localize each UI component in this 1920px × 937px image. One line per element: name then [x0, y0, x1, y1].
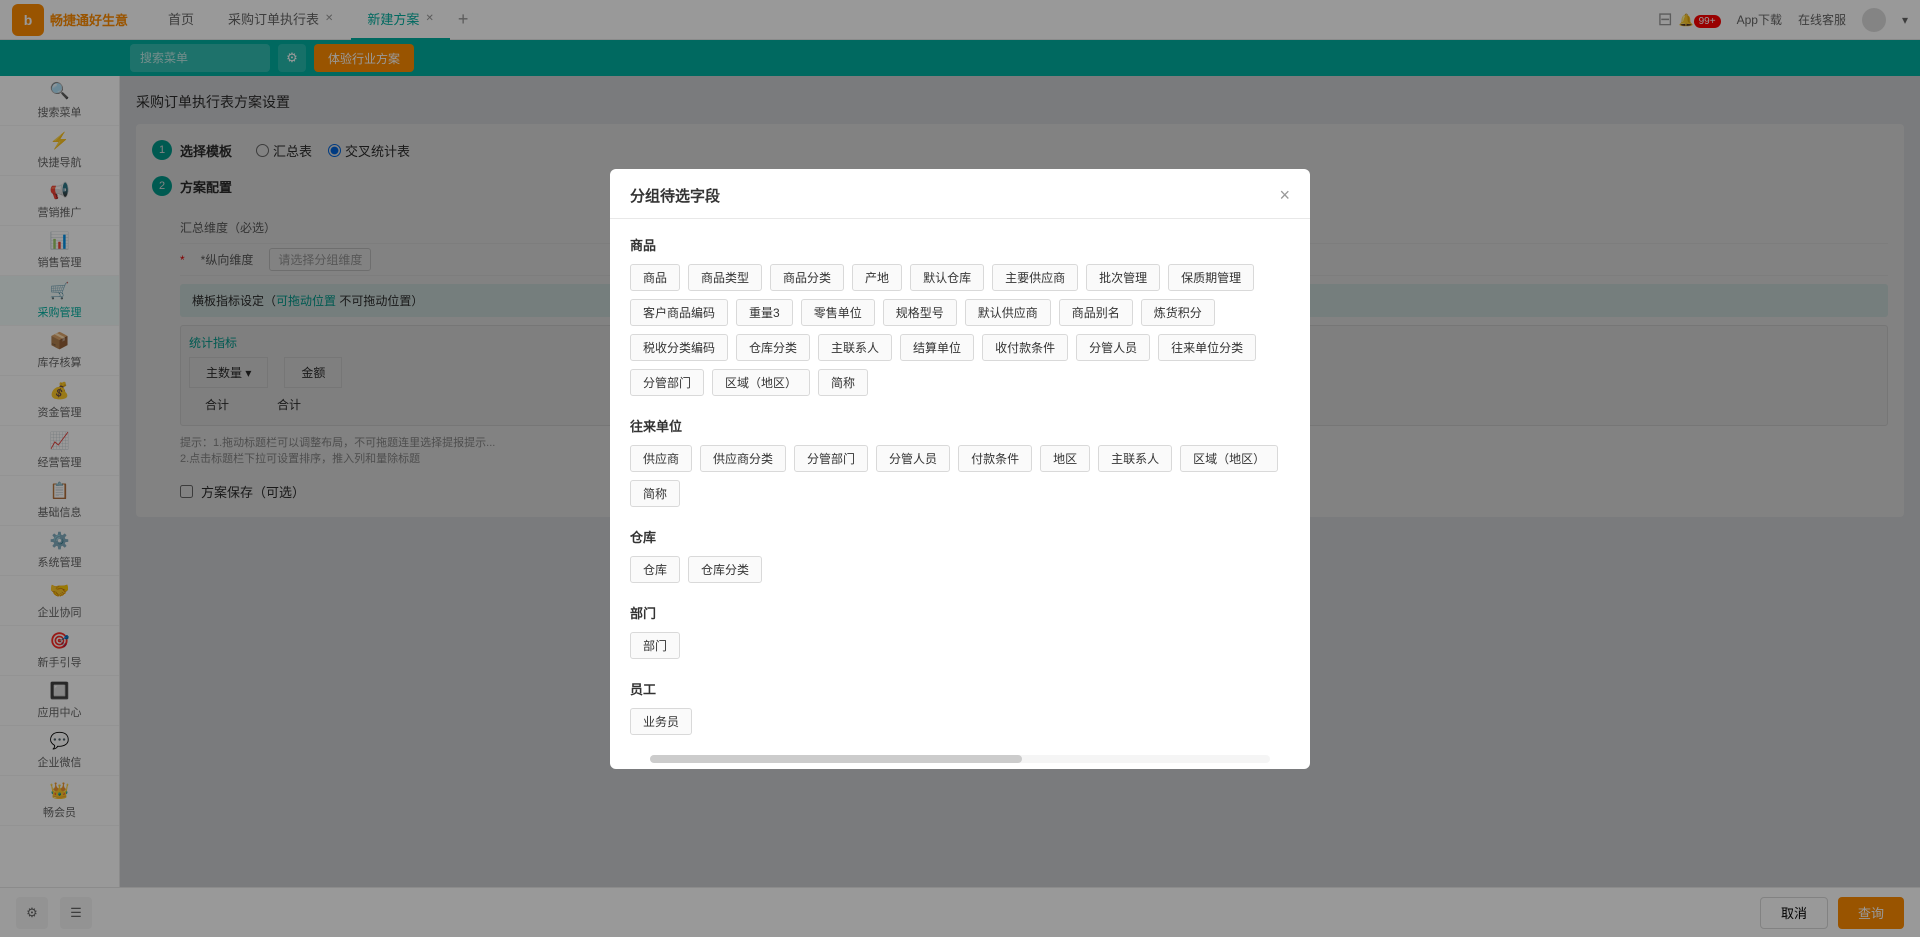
section-warehouse-title: 仓库	[630, 527, 1290, 546]
section-partner-title: 往来单位	[630, 416, 1290, 435]
tag-settlement-unit[interactable]: 结算单位	[900, 334, 974, 361]
horizontal-scrollbar[interactable]	[650, 755, 1270, 763]
tag-region[interactable]: 区域（地区）	[712, 369, 810, 396]
dept-tags: 部门	[630, 632, 1290, 659]
tag-goods-category[interactable]: 商品分类	[770, 264, 844, 291]
tag-warehouse-category[interactable]: 仓库分类	[736, 334, 810, 361]
tag-supplier-category[interactable]: 供应商分类	[700, 445, 786, 472]
tag-p-person[interactable]: 分管人员	[876, 445, 950, 472]
tag-p-short-name[interactable]: 简称	[630, 480, 680, 507]
tag-spec-model[interactable]: 规格型号	[883, 299, 957, 326]
modal-close-button[interactable]: ×	[1279, 185, 1290, 206]
tag-tax-code[interactable]: 税收分类编码	[630, 334, 728, 361]
employee-tags: 业务员	[630, 708, 1290, 735]
tag-dept[interactable]: 分管部门	[630, 369, 704, 396]
tag-p-main-contact[interactable]: 主联系人	[1098, 445, 1172, 472]
tag-goods-type[interactable]: 商品类型	[688, 264, 762, 291]
modal-overlay: 分组待选字段 × 商品 商品 商品类型 商品分类 产地 默认仓库 主要供应商 批…	[0, 0, 1920, 937]
tag-retail-unit[interactable]: 零售单位	[801, 299, 875, 326]
tag-warehouse[interactable]: 仓库	[630, 556, 680, 583]
modal-title: 分组待选字段	[630, 185, 720, 206]
tag-shelf-life[interactable]: 保质期管理	[1168, 264, 1254, 291]
tag-refine-score[interactable]: 炼货积分	[1141, 299, 1215, 326]
tag-partner-category[interactable]: 往来单位分类	[1158, 334, 1256, 361]
section-employee-title: 员工	[630, 679, 1290, 698]
section-employee: 员工 业务员	[630, 679, 1290, 735]
section-department: 部门 部门	[630, 603, 1290, 659]
field-select-modal: 分组待选字段 × 商品 商品 商品类型 商品分类 产地 默认仓库 主要供应商 批…	[610, 169, 1310, 769]
tag-department[interactable]: 部门	[630, 632, 680, 659]
section-goods: 商品 商品 商品类型 商品分类 产地 默认仓库 主要供应商 批次管理 保质期管理…	[630, 235, 1290, 396]
section-dept-title: 部门	[630, 603, 1290, 622]
tag-payment-terms[interactable]: 收付款条件	[982, 334, 1068, 361]
tag-supplier[interactable]: 供应商	[630, 445, 692, 472]
modal-body: 商品 商品 商品类型 商品分类 产地 默认仓库 主要供应商 批次管理 保质期管理…	[610, 219, 1310, 751]
tag-origin[interactable]: 产地	[852, 264, 902, 291]
tag-default-warehouse[interactable]: 默认仓库	[910, 264, 984, 291]
tag-main-supplier[interactable]: 主要供应商	[992, 264, 1078, 291]
tag-goods-alias[interactable]: 商品别名	[1059, 299, 1133, 326]
modal-hscroll-container	[610, 751, 1310, 769]
section-warehouse: 仓库 仓库 仓库分类	[630, 527, 1290, 583]
tag-salesperson[interactable]: 业务员	[630, 708, 692, 735]
tag-p-region[interactable]: 区域（地区）	[1180, 445, 1278, 472]
section-goods-title: 商品	[630, 235, 1290, 254]
tag-warehouse-cat[interactable]: 仓库分类	[688, 556, 762, 583]
modal-header: 分组待选字段 ×	[610, 169, 1310, 219]
warehouse-tags: 仓库 仓库分类	[630, 556, 1290, 583]
tag-main-contact[interactable]: 主联系人	[818, 334, 892, 361]
tag-batch-mgmt[interactable]: 批次管理	[1086, 264, 1160, 291]
tag-customer-code[interactable]: 客户商品编码	[630, 299, 728, 326]
tag-area[interactable]: 地区	[1040, 445, 1090, 472]
tag-default-supplier[interactable]: 默认供应商	[965, 299, 1051, 326]
tag-goods[interactable]: 商品	[630, 264, 680, 291]
tag-pay-terms[interactable]: 付款条件	[958, 445, 1032, 472]
hscroll-thumb	[650, 755, 1022, 763]
tag-short-name[interactable]: 简称	[818, 369, 868, 396]
goods-tags: 商品 商品类型 商品分类 产地 默认仓库 主要供应商 批次管理 保质期管理 客户…	[630, 264, 1290, 396]
section-partner: 往来单位 供应商 供应商分类 分管部门 分管人员 付款条件 地区 主联系人 区域…	[630, 416, 1290, 507]
tag-p-dept[interactable]: 分管部门	[794, 445, 868, 472]
tag-charge-person[interactable]: 分管人员	[1076, 334, 1150, 361]
partner-tags: 供应商 供应商分类 分管部门 分管人员 付款条件 地区 主联系人 区域（地区） …	[630, 445, 1290, 507]
tag-weight[interactable]: 重量3	[736, 299, 793, 326]
